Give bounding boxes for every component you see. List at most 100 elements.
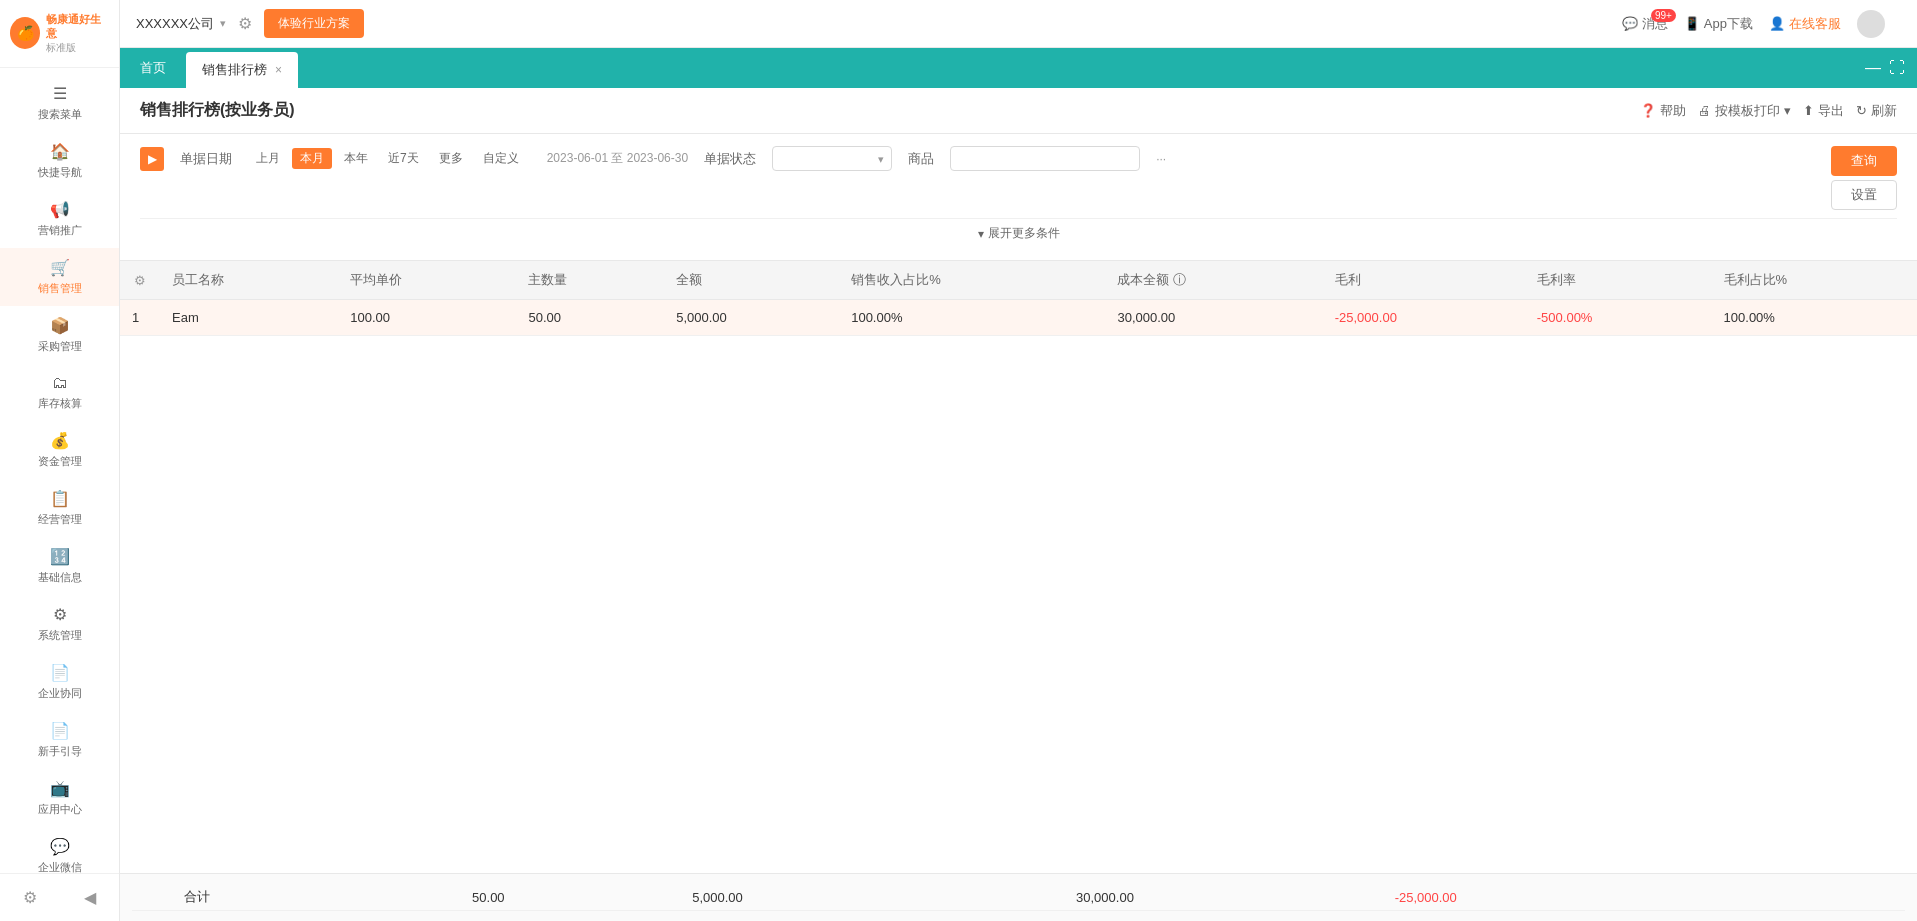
system-icon: ⚙ bbox=[53, 605, 67, 624]
search-order-icon: ☰ bbox=[53, 84, 67, 103]
sidebar-item-app-center[interactable]: 📺 应用中心 bbox=[0, 769, 119, 827]
tab-minimize-button[interactable]: — bbox=[1865, 59, 1881, 77]
cell-cost: 30,000.00 bbox=[1105, 300, 1322, 336]
refresh-icon: ↻ bbox=[1856, 103, 1867, 118]
sidebar-item-purchase[interactable]: 📦 采购管理 bbox=[0, 306, 119, 364]
message-icon: 💬 bbox=[1622, 16, 1638, 31]
message-button[interactable]: 💬 消息 99+ bbox=[1622, 15, 1668, 33]
message-badge: 99+ bbox=[1651, 9, 1676, 22]
help-icon: ❓ bbox=[1640, 103, 1656, 118]
sidebar-item-marketing[interactable]: 📢 营销推广 bbox=[0, 190, 119, 248]
online-service-button[interactable]: 👤 在线客服 bbox=[1769, 15, 1841, 33]
filter-toggle-button[interactable]: ▶ bbox=[140, 147, 164, 171]
filter-expand-row: ▾ 展开更多条件 bbox=[140, 218, 1897, 248]
date-range-display: 2023-06-01 至 2023-06-30 bbox=[547, 150, 688, 167]
sidebar: 🍊 畅康通好生意 标准版 ☰ 搜索菜单 🏠 快捷导航 📢 营销推广 🛒 销售管理… bbox=[0, 0, 120, 921]
topbar-right: 💬 消息 99+ 📱 App下载 👤 在线客服 bbox=[1622, 10, 1901, 38]
sidebar-item-enterprise-wechat[interactable]: 💬 企业微信 bbox=[0, 827, 119, 873]
tab-home[interactable]: 首页 bbox=[120, 48, 186, 88]
app-download-icon: 📱 bbox=[1684, 16, 1700, 31]
refresh-button[interactable]: ↻ 刷新 bbox=[1856, 102, 1897, 120]
sidebar-collapse-button[interactable]: ◀ bbox=[76, 884, 104, 911]
sidebar-item-label: 经营管理 bbox=[38, 512, 82, 527]
tabbar: 首页 销售排行榜 × — ⛶ bbox=[120, 48, 1917, 88]
date-tab-7days[interactable]: 近7天 bbox=[380, 148, 427, 169]
cell-sales-pct: 100.00% bbox=[839, 300, 1105, 336]
settings-small-button[interactable]: 设置 bbox=[1831, 180, 1897, 210]
footer-main-qty: 50.00 bbox=[460, 884, 680, 911]
sidebar-item-operation[interactable]: 📋 经营管理 bbox=[0, 479, 119, 537]
cell-rank: 1 bbox=[120, 300, 160, 336]
sidebar-item-label: 企业微信 bbox=[38, 860, 82, 873]
status-label: 单据状态 bbox=[704, 150, 756, 168]
trial-button[interactable]: 体验行业方案 bbox=[264, 9, 364, 38]
sidebar-item-label: 搜索菜单 bbox=[38, 107, 82, 122]
sidebar-item-label: 企业协同 bbox=[38, 686, 82, 701]
date-tabs: 上月 本月 本年 近7天 更多 自定义 bbox=[248, 148, 527, 169]
tab-home-label: 首页 bbox=[140, 59, 166, 77]
basic-icon: 🔢 bbox=[50, 547, 70, 566]
app-download-button[interactable]: 📱 App下载 bbox=[1684, 15, 1753, 33]
date-tab-this-year[interactable]: 本年 bbox=[336, 148, 376, 169]
date-tab-custom[interactable]: 自定义 bbox=[475, 148, 527, 169]
tab-label: 销售排行榜 bbox=[202, 61, 267, 79]
sidebar-item-label: 营销推广 bbox=[38, 223, 82, 238]
tab-maximize-button[interactable]: ⛶ bbox=[1889, 59, 1905, 77]
export-button[interactable]: ⬆ 导出 bbox=[1803, 102, 1844, 120]
date-label: 单据日期 bbox=[180, 150, 232, 168]
sidebar-logo: 🍊 畅康通好生意 标准版 bbox=[0, 0, 119, 68]
sidebar-item-new-guide[interactable]: 📄 新手引导 bbox=[0, 711, 119, 769]
col-header-settings[interactable]: ⚙ bbox=[120, 261, 160, 300]
footer-sales-pct bbox=[971, 884, 1064, 911]
filter-bar: ▶ 单据日期 上月 本月 本年 近7天 更多 自定义 2023-06-01 至 bbox=[120, 134, 1917, 261]
sidebar-item-sales[interactable]: 🛒 销售管理 bbox=[0, 248, 119, 306]
company-dropdown-icon: ▾ bbox=[220, 17, 226, 30]
sidebar-item-basic[interactable]: 🔢 基础信息 bbox=[0, 537, 119, 595]
enterprise-wechat-icon: 💬 bbox=[50, 837, 70, 856]
page-actions: ❓ 帮助 🖨 按模板打印 ▾ ⬆ 导出 ↻ 刷新 bbox=[1640, 102, 1897, 120]
tab-right-actions: — ⛶ bbox=[1853, 48, 1917, 88]
online-service-label: 在线客服 bbox=[1789, 15, 1841, 33]
cell-gross: -25,000.00 bbox=[1323, 300, 1525, 336]
sidebar-item-label: 应用中心 bbox=[38, 802, 82, 817]
help-button[interactable]: ❓ 帮助 bbox=[1640, 102, 1686, 120]
sidebar-item-finance[interactable]: 💰 资金管理 bbox=[0, 421, 119, 479]
expand-button[interactable]: ▾ 展开更多条件 bbox=[978, 225, 1060, 242]
col-header-avg-price: 平均单价 bbox=[338, 261, 516, 300]
tab-sales-ranking[interactable]: 销售排行榜 × bbox=[186, 52, 298, 88]
export-icon: ⬆ bbox=[1803, 103, 1814, 118]
home-icon: 🏠 bbox=[50, 142, 70, 161]
sales-icon: 🛒 bbox=[50, 258, 70, 277]
goods-more-icon[interactable]: ··· bbox=[1156, 152, 1166, 166]
expand-icon: ▾ bbox=[978, 227, 984, 241]
date-tab-more[interactable]: 更多 bbox=[431, 148, 471, 169]
sidebar-item-label: 库存核算 bbox=[38, 396, 82, 411]
status-select-wrapper bbox=[772, 146, 892, 171]
sidebar-footer: ⚙ ◀ bbox=[0, 873, 119, 921]
sidebar-item-system[interactable]: ⚙ 系统管理 bbox=[0, 595, 119, 653]
sidebar-item-search-order[interactable]: ☰ 搜索菜单 bbox=[0, 74, 119, 132]
table-header-row: ⚙ 员工名称 平均单价 主数量 全额 bbox=[120, 261, 1917, 300]
col-header-name: 员工名称 bbox=[160, 261, 338, 300]
table-row: 1 Eam 100.00 50.00 5,000.00 100.00% 30,0… bbox=[120, 300, 1917, 336]
footer-gross-pct bbox=[1812, 884, 1905, 911]
date-tab-last-month[interactable]: 上月 bbox=[248, 148, 288, 169]
company-selector[interactable]: XXXXXX公司 ▾ bbox=[136, 15, 226, 33]
sidebar-item-enterprise-coop[interactable]: 📄 企业协同 bbox=[0, 653, 119, 711]
footer-cell-empty1 bbox=[132, 884, 172, 911]
print-button[interactable]: 🖨 按模板打印 ▾ bbox=[1698, 102, 1791, 120]
sidebar-item-label: 资金管理 bbox=[38, 454, 82, 469]
logo-text: 畅康通好生意 bbox=[46, 12, 109, 41]
status-select[interactable] bbox=[772, 146, 892, 171]
sidebar-item-inventory[interactable]: 🗂 库存核算 bbox=[0, 364, 119, 421]
sidebar-settings-button[interactable]: ⚙ bbox=[15, 884, 45, 911]
sidebar-item-quick-nav[interactable]: 🏠 快捷导航 bbox=[0, 132, 119, 190]
goods-input[interactable] bbox=[950, 146, 1140, 171]
topbar-settings-icon[interactable]: ⚙ bbox=[238, 14, 252, 33]
query-button[interactable]: 查询 bbox=[1831, 146, 1897, 176]
tab-close-icon[interactable]: × bbox=[275, 63, 282, 77]
page-title: 销售排行榜(按业务员) bbox=[140, 100, 295, 121]
date-tab-this-month[interactable]: 本月 bbox=[292, 148, 332, 169]
user-avatar[interactable] bbox=[1857, 10, 1885, 38]
filter-row: ▶ 单据日期 上月 本月 本年 近7天 更多 自定义 2023-06-01 至 bbox=[140, 146, 1815, 171]
